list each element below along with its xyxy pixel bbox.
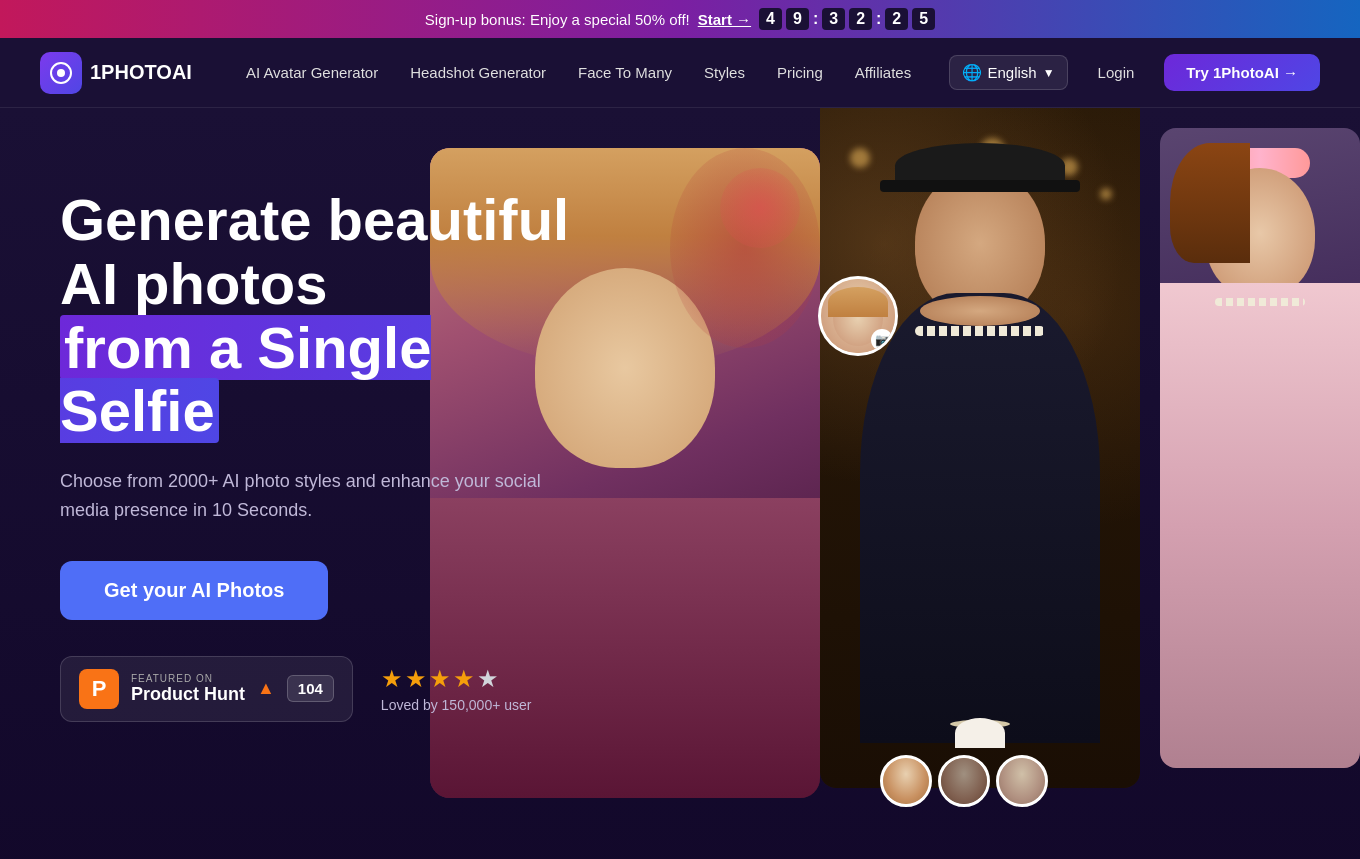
badge-row: P FEATURED ON Product Hunt ▲ 104 ★ ★ ★ ★… bbox=[60, 656, 580, 722]
thumb-avatar-3[interactable] bbox=[996, 755, 1048, 807]
nav-face-to-many[interactable]: Face To Many bbox=[564, 56, 686, 89]
nav-styles[interactable]: Styles bbox=[690, 56, 759, 89]
hero-title-line1: Generate beautiful AI photos bbox=[60, 187, 569, 316]
star-3: ★ bbox=[429, 665, 451, 693]
camera-icon: 📷 bbox=[871, 329, 893, 351]
digit-6: 5 bbox=[912, 8, 935, 30]
ph-triangle-icon: ▲ bbox=[257, 678, 275, 699]
hero-content: Generate beautiful AI photos from a Sing… bbox=[60, 188, 580, 722]
ph-featured-label: FEATURED ON bbox=[131, 673, 245, 684]
digit-1: 4 bbox=[759, 8, 782, 30]
globe-icon: 🌐 bbox=[962, 63, 982, 82]
navbar: 1PHOTOAI AI Avatar Generator Headshot Ge… bbox=[0, 38, 1360, 108]
nav-affiliates[interactable]: Affiliates bbox=[841, 56, 925, 89]
product-hunt-icon: P bbox=[79, 669, 119, 709]
hero-title-line2: from a Single Selfie bbox=[60, 315, 431, 444]
logo-icon bbox=[40, 52, 82, 94]
loved-text: Loved by 150,000+ user bbox=[381, 697, 532, 713]
hero-right-image bbox=[820, 108, 1140, 788]
star-4: ★ bbox=[453, 665, 475, 693]
start-link[interactable]: Start → bbox=[698, 11, 751, 28]
language-label: English bbox=[988, 64, 1037, 81]
digit-2: 9 bbox=[786, 8, 809, 30]
star-2: ★ bbox=[405, 665, 427, 693]
star-1: ★ bbox=[381, 665, 403, 693]
digit-4: 2 bbox=[849, 8, 872, 30]
thumb-avatar-2[interactable] bbox=[938, 755, 990, 807]
bottom-gradient bbox=[0, 817, 1360, 859]
stars-section: ★ ★ ★ ★ ★ Loved by 150,000+ user bbox=[381, 665, 532, 713]
ph-name-label: Product Hunt bbox=[131, 684, 245, 705]
get-photos-button[interactable]: Get your AI Photos bbox=[60, 561, 328, 620]
banner-text: Sign-up bonus: Enjoy a special 50% off! bbox=[425, 11, 690, 28]
logo[interactable]: 1PHOTOAI bbox=[40, 52, 192, 94]
nav-right: 🌐 English ▼ Login Try 1PhotoAI → bbox=[949, 54, 1320, 91]
hero-far-right-image bbox=[1160, 128, 1360, 768]
thumbnail-avatars bbox=[880, 755, 1048, 807]
ph-text-group: FEATURED ON Product Hunt bbox=[131, 673, 245, 705]
digit-5: 2 bbox=[885, 8, 908, 30]
hero-title: Generate beautiful AI photos from a Sing… bbox=[60, 188, 580, 443]
nav-links: AI Avatar Generator Headshot Generator F… bbox=[232, 56, 949, 89]
language-selector[interactable]: 🌐 English ▼ bbox=[949, 55, 1068, 90]
nav-pricing[interactable]: Pricing bbox=[763, 56, 837, 89]
logo-text: 1PHOTOAI bbox=[90, 61, 192, 84]
hero-description: Choose from 2000+ AI photo styles and en… bbox=[60, 467, 580, 525]
nav-ai-avatar[interactable]: AI Avatar Generator bbox=[232, 56, 392, 89]
svg-point-1 bbox=[57, 69, 65, 77]
colon-2: : bbox=[876, 10, 881, 28]
chevron-down-icon: ▼ bbox=[1043, 66, 1055, 80]
try-cta-button[interactable]: Try 1PhotoAI → bbox=[1164, 54, 1320, 91]
digit-3: 3 bbox=[822, 8, 845, 30]
top-banner: Sign-up bonus: Enjoy a special 50% off! … bbox=[0, 0, 1360, 38]
product-hunt-badge[interactable]: P FEATURED ON Product Hunt ▲ 104 bbox=[60, 656, 353, 722]
floating-avatar: 📷 bbox=[818, 276, 898, 356]
login-button[interactable]: Login bbox=[1084, 56, 1149, 89]
countdown-timer: 4 9 : 3 2 : 2 5 bbox=[759, 8, 935, 30]
star-5: ★ bbox=[477, 665, 499, 693]
thumb-avatar-1[interactable] bbox=[880, 755, 932, 807]
hero-section: 📷 bbox=[0, 108, 1360, 859]
nav-headshot[interactable]: Headshot Generator bbox=[396, 56, 560, 89]
star-rating: ★ ★ ★ ★ ★ bbox=[381, 665, 532, 693]
ph-count: 104 bbox=[287, 675, 334, 702]
colon-1: : bbox=[813, 10, 818, 28]
